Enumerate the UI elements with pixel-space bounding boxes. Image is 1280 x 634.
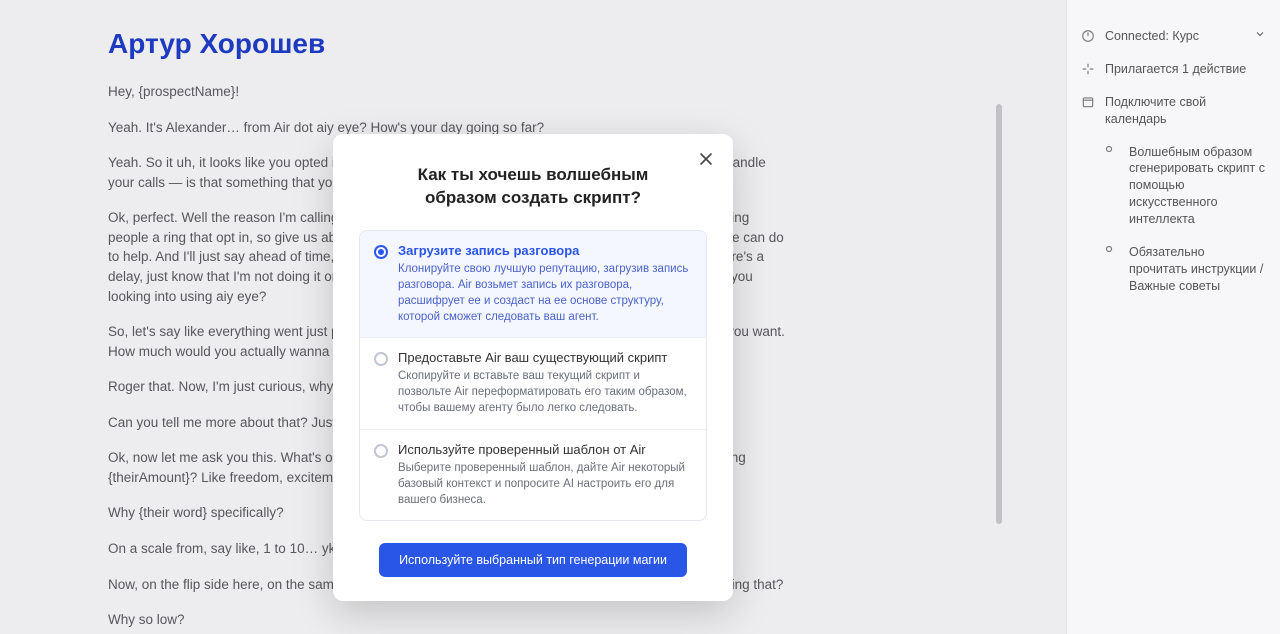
sidebar-item-label: Обязательно прочитать инструкции / Важны… — [1129, 244, 1266, 295]
calendar-icon — [1081, 95, 1095, 109]
sidebar-item[interactable]: Обязательно прочитать инструкции / Важны… — [1081, 244, 1266, 295]
dot-icon — [1105, 245, 1119, 259]
sidebar-item-label: Подключите свой календарь — [1105, 94, 1266, 128]
option-title: Предоставьте Air ваш существующий скрипт — [398, 350, 692, 365]
use-generation-button[interactable]: Используйте выбранный тип генерации маги… — [379, 543, 687, 577]
sidebar: Connected: Курс Прилагается 1 действие Под… — [1066, 0, 1280, 634]
sparkle-icon — [1081, 62, 1095, 76]
close-button[interactable] — [695, 148, 717, 170]
modal-option[interactable]: Загрузите запись разговора Клонируйте сво… — [360, 231, 706, 338]
radio-icon — [374, 245, 388, 259]
magic-script-modal: Как ты хочешь волшебным образом создать … — [333, 134, 733, 601]
modal-title: Как ты хочешь волшебным образом создать … — [359, 156, 707, 230]
option-desc: Клонируйте свою лучшую репутацию, загруз… — [398, 261, 692, 325]
sidebar-item[interactable]: Прилагается 1 действие — [1081, 61, 1266, 78]
main-content: Артур Хорошев Hey, {prospectName}!Yeah. … — [0, 0, 1066, 634]
modal-option[interactable]: Предоставьте Air ваш существующий скрипт… — [360, 338, 706, 429]
sidebar-item[interactable]: Подключите свой календарь — [1081, 94, 1266, 128]
sidebar-item[interactable]: Connected: Курс — [1081, 28, 1266, 45]
sidebar-item-label: Волшебным образом сгенерировать скрипт с… — [1129, 144, 1266, 228]
modal-options: Загрузите запись разговора Клонируйте сво… — [359, 230, 707, 521]
radio-icon — [374, 352, 388, 366]
dot-icon — [1105, 145, 1119, 159]
option-desc: Скопируйте и вставьте ваш текущий скрипт… — [398, 368, 692, 416]
chevron-down-icon — [1254, 28, 1266, 40]
sidebar-item-label: Connected: Курс — [1105, 28, 1240, 45]
option-title: Загрузите запись разговора — [398, 243, 692, 258]
option-desc: Выберите проверенный шаблон, дайте Air н… — [398, 460, 692, 508]
sidebar-item-label: Прилагается 1 действие — [1105, 61, 1266, 78]
close-icon — [699, 152, 713, 166]
sidebar-item[interactable]: Волшебным образом сгенерировать скрипт с… — [1081, 144, 1266, 228]
modal-option[interactable]: Используйте проверенный шаблон от Air Выб… — [360, 430, 706, 520]
power-icon — [1081, 29, 1095, 43]
modal-overlay: Как ты хочешь волшебным образом создать … — [0, 0, 1066, 634]
radio-icon — [374, 444, 388, 458]
option-title: Используйте проверенный шаблон от Air — [398, 442, 692, 457]
